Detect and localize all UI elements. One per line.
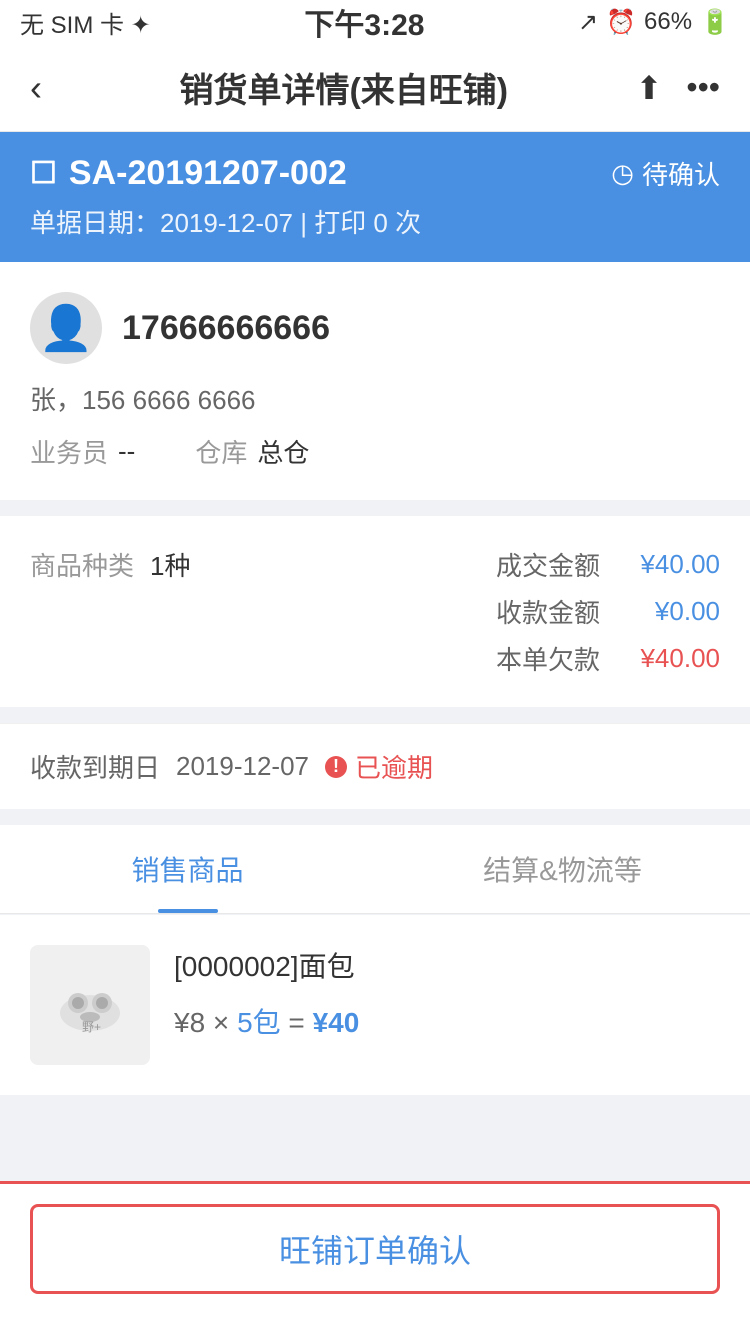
- total-text: ¥40: [313, 1007, 360, 1038]
- received-value: ¥0.00: [620, 596, 720, 627]
- battery-icon: 🔋: [700, 8, 730, 37]
- product-price: ¥8 × 5包 = ¥40: [174, 1001, 720, 1041]
- product-image: 野+: [30, 945, 150, 1065]
- status-time: 下午3:28: [304, 0, 424, 44]
- customer-phone: 17666666666: [122, 309, 330, 348]
- nav-title: 销货单详情(来自旺铺): [52, 63, 636, 112]
- order-id-text: SA-20191207-002: [69, 154, 347, 193]
- salesperson-label: 业务员: [30, 433, 108, 470]
- received-row: 收款金额 ¥0.00: [496, 593, 720, 630]
- amount-value: ¥40.00: [620, 549, 720, 580]
- due-row: 本单欠款 ¥40.00: [496, 640, 720, 677]
- received-label: 收款金额: [496, 593, 600, 630]
- status-clock-icon: ◷: [611, 158, 634, 189]
- nav-bar: ‹ 销货单详情(来自旺铺) ⬆ •••: [0, 44, 750, 132]
- due-label: 本单欠款: [496, 640, 600, 677]
- tabs: 销售商品 结算&物流等: [0, 825, 750, 914]
- warehouse-item: 仓库 总仓: [195, 433, 309, 470]
- price-text: ¥8 ×: [174, 1007, 237, 1038]
- customer-section: 👤 17666666666 张，156 6666 6666 业务员 -- 仓库 …: [0, 262, 750, 500]
- product-info: [0000002]面包 ¥8 × 5包 = ¥40: [174, 945, 720, 1065]
- location-icon: ↗: [578, 8, 598, 37]
- status-text: 待确认: [642, 155, 720, 192]
- tab-settlement-label: 结算&物流等: [483, 849, 642, 889]
- overdue-dot-icon: !: [325, 756, 347, 778]
- product-name: [0000002]面包: [174, 945, 720, 985]
- kind-value: 1种: [150, 546, 190, 583]
- warehouse-label: 仓库: [195, 433, 247, 470]
- tab-sales[interactable]: 销售商品: [0, 825, 375, 913]
- svg-text:野+: 野+: [82, 1020, 101, 1034]
- nav-actions: ⬆ •••: [636, 69, 720, 107]
- amount-label: 成交金额: [496, 546, 600, 583]
- back-button[interactable]: ‹: [30, 67, 42, 109]
- product-logo-icon: 野+: [50, 975, 130, 1035]
- salesperson-item: 业务员 --: [30, 433, 135, 470]
- status-left: 无 SIM 卡 ✦: [20, 5, 151, 40]
- quantity-text: 5包: [237, 1007, 281, 1038]
- overdue-badge: ! 已逾期: [325, 748, 433, 785]
- customer-row: 👤 17666666666: [30, 292, 720, 364]
- order-date: 单据日期：2019-12-07 | 打印 0 次: [30, 203, 720, 240]
- battery-label: 66%: [644, 8, 692, 36]
- due-date-section: 收款到期日 2019-12-07 ! 已逾期: [0, 723, 750, 809]
- product-item: 野+ [0000002]面包 ¥8 × 5包 = ¥40: [30, 945, 720, 1065]
- avatar: 👤: [30, 292, 102, 364]
- avatar-icon: 👤: [39, 302, 94, 354]
- bottom-bar: 旺铺订单确认: [0, 1181, 750, 1334]
- due-date-value: 2019-12-07: [176, 751, 309, 782]
- status-bar: 无 SIM 卡 ✦ 下午3:28 ↗ ⏰ 66% 🔋: [0, 0, 750, 44]
- alarm-icon: ⏰: [606, 8, 636, 37]
- summary-right: 成交金额 ¥40.00 收款金额 ¥0.00 本单欠款 ¥40.00: [496, 546, 720, 677]
- amount-row: 成交金额 ¥40.00: [496, 546, 720, 583]
- sim-label: 无 SIM 卡 ✦: [20, 5, 151, 40]
- salesperson-value: --: [118, 436, 135, 467]
- overdue-text: 已逾期: [355, 748, 433, 785]
- warehouse-value: 总仓: [257, 433, 309, 470]
- share-icon[interactable]: ⬆: [636, 69, 663, 107]
- status-right: ↗ ⏰ 66% 🔋: [578, 8, 730, 37]
- header-card: ☐ SA-20191207-002 ◷ 待确认 单据日期：2019-12-07 …: [0, 132, 750, 262]
- confirm-button[interactable]: 旺铺订单确认: [30, 1204, 720, 1294]
- order-id: ☐ SA-20191207-002: [30, 154, 347, 193]
- due-value: ¥40.00: [620, 643, 720, 674]
- kind-label: 商品种类: [30, 546, 134, 583]
- summary-left: 商品种类 1种: [30, 546, 190, 583]
- header-card-top: ☐ SA-20191207-002 ◷ 待确认: [30, 154, 720, 193]
- customer-meta: 业务员 -- 仓库 总仓: [30, 433, 720, 470]
- product-section: 野+ [0000002]面包 ¥8 × 5包 = ¥40: [0, 915, 750, 1095]
- equal-text: =: [281, 1007, 313, 1038]
- customer-name: 张，156 6666 6666: [30, 380, 720, 417]
- order-status-badge: ◷ 待确认: [611, 155, 720, 192]
- tab-settlement[interactable]: 结算&物流等: [375, 825, 750, 913]
- due-date-label: 收款到期日: [30, 748, 160, 785]
- summary-section: 商品种类 1种 成交金额 ¥40.00 收款金额 ¥0.00 本单欠款 ¥40.…: [0, 516, 750, 707]
- more-icon[interactable]: •••: [686, 69, 720, 106]
- tabs-section: 销售商品 结算&物流等: [0, 825, 750, 914]
- tab-sales-label: 销售商品: [131, 849, 243, 889]
- order-icon: ☐: [30, 156, 57, 191]
